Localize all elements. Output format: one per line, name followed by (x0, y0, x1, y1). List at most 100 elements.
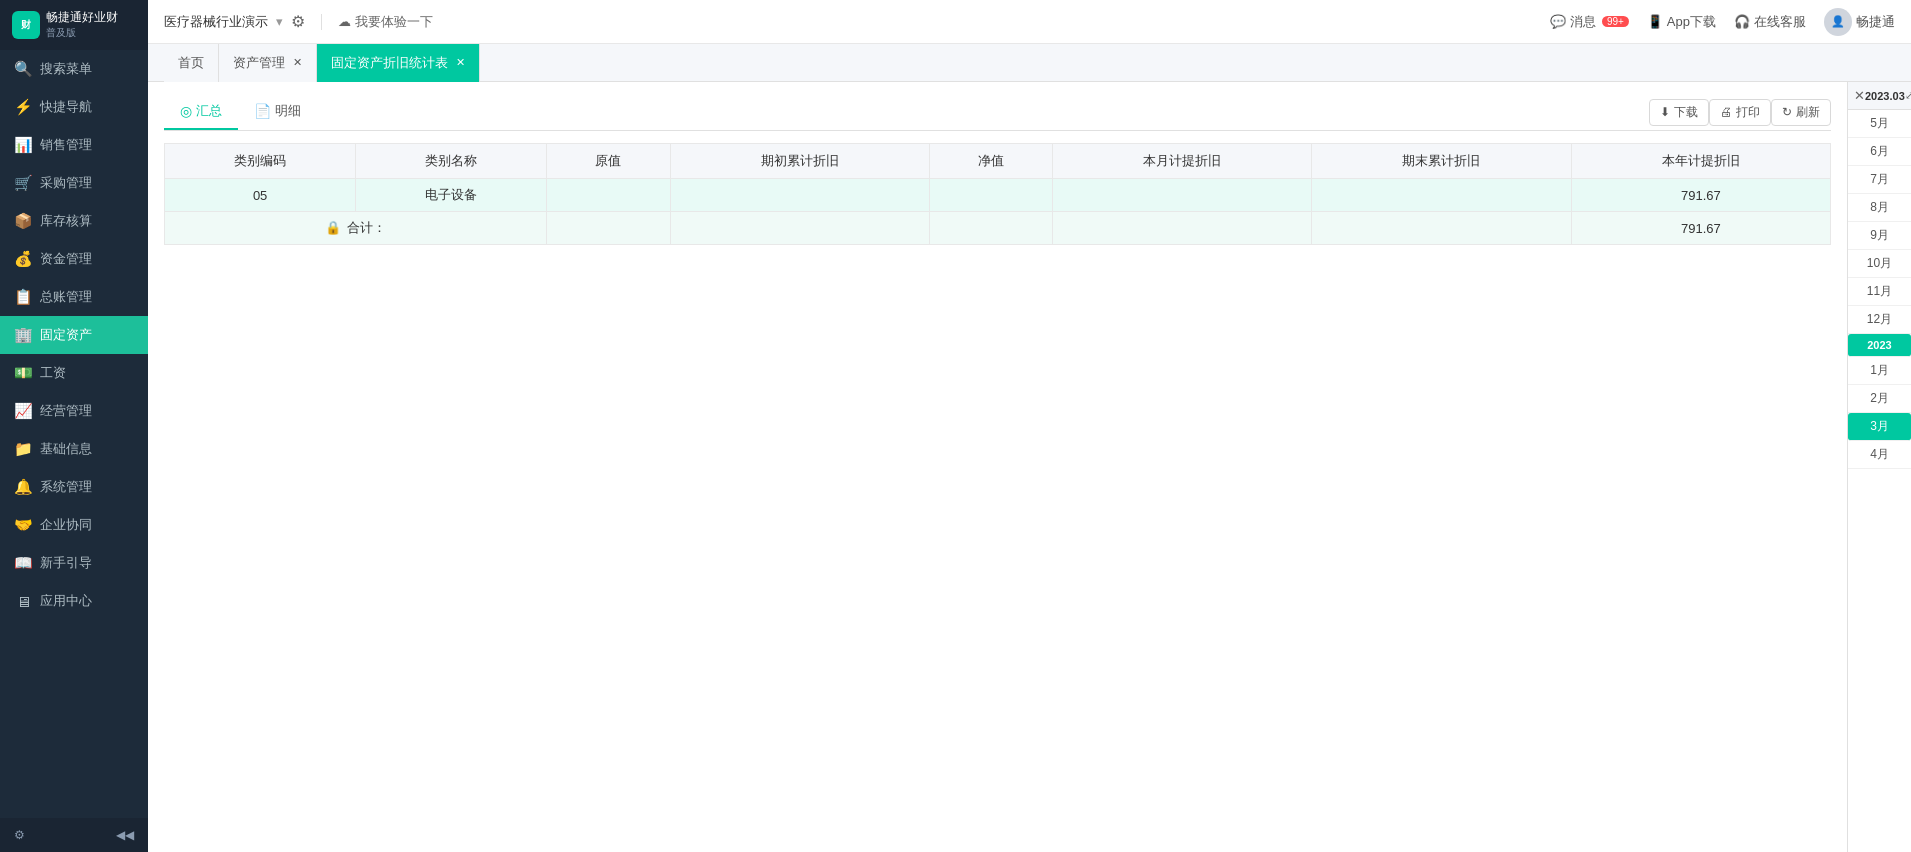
refresh-btn[interactable]: ↻ 刷新 (1771, 99, 1831, 126)
tab-asset-mgmt[interactable]: 资产管理 ✕ (219, 44, 317, 82)
sidebar-item-operations[interactable]: 📈 经营管理 (0, 392, 148, 430)
sidebar-item-funds[interactable]: 💰 资金管理 (0, 240, 148, 278)
tab-depreciation-label: 固定资产折旧统计表 (331, 54, 448, 72)
messages-action[interactable]: 💬 消息 99+ (1550, 13, 1629, 31)
sidebar: 财 畅捷通好业财 普及版 🔍 搜索菜单 ⚡ 快捷导航 📊 销售管理 🛒 采购管理… (0, 0, 148, 852)
sidebar-item-system[interactable]: 🔔 系统管理 (0, 468, 148, 506)
salary-icon: 💵 (14, 364, 32, 382)
subtab-summary[interactable]: ◎ 汇总 (164, 94, 238, 130)
refresh-btn-icon: ↻ (1782, 105, 1792, 119)
total-yearly: 791.67 (1571, 212, 1830, 245)
print-btn-icon: 🖨 (1720, 105, 1732, 119)
col-period-end: 期末累计折旧 (1312, 144, 1571, 179)
date-month-12[interactable]: 12月 (1848, 306, 1911, 334)
sidebar-item-inventory[interactable]: 📦 库存核算 (0, 202, 148, 240)
sidebar-label-appcenter: 应用中心 (40, 592, 92, 610)
sidebar-label-guide: 新手引导 (40, 554, 92, 572)
cell-initial-accum (670, 179, 929, 212)
sidebar-item-appcenter[interactable]: 🖥 应用中心 (0, 582, 148, 620)
sidebar-label-ledger: 总账管理 (40, 288, 92, 306)
sidebar-item-sales[interactable]: 📊 销售管理 (0, 126, 148, 164)
tab-home[interactable]: 首页 (164, 44, 219, 82)
tab-depreciation[interactable]: 固定资产折旧统计表 ✕ (317, 44, 480, 82)
user-action[interactable]: 👤 畅捷通 (1824, 8, 1895, 36)
panel-expand-icon[interactable]: ⤢ (1905, 89, 1911, 102)
right-panel: ✕ 2023.03 ⤢ 5月 6月 7月 8月 9月 10月 11月 12月 2… (1847, 82, 1911, 852)
date-month-11[interactable]: 11月 (1848, 278, 1911, 306)
date-month-9[interactable]: 9月 (1848, 222, 1911, 250)
topbar-settings-icon[interactable]: ⚙ (291, 12, 305, 31)
experience-icon: ☁ (338, 14, 351, 29)
total-label: 🔒 合计： (165, 212, 547, 245)
cell-original (547, 179, 670, 212)
date-month-8[interactable]: 8月 (1848, 194, 1911, 222)
date-month-10[interactable]: 10月 (1848, 250, 1911, 278)
sidebar-collapse-btn[interactable]: ◀◀ (116, 828, 134, 842)
tab-depreciation-close[interactable]: ✕ (456, 56, 465, 69)
divider (321, 14, 322, 30)
cell-name: 电子设备 (356, 179, 547, 212)
cell-yearly: 791.67 (1571, 179, 1830, 212)
sidebar-item-collab[interactable]: 🤝 企业协同 (0, 506, 148, 544)
subtabs: ◎ 汇总 📄 明细 ⬇ 下载 🖨 打印 ↻ (164, 94, 1831, 131)
cell-period-end (1312, 179, 1571, 212)
support-icon: 🎧 (1734, 14, 1750, 29)
appcenter-icon: 🖥 (14, 593, 32, 610)
date-month-5[interactable]: 5月 (1848, 110, 1911, 138)
depreciation-table: 类别编码 类别名称 原值 期初累计折旧 净值 本月计提折旧 期末累计折旧 本年计… (164, 143, 1831, 245)
funds-icon: 💰 (14, 250, 32, 268)
app-name: 畅捷通好业财 (46, 10, 118, 26)
date-year-2023[interactable]: 2023 (1848, 334, 1911, 357)
sidebar-item-salary[interactable]: 💵 工资 (0, 354, 148, 392)
tab-asset-mgmt-close[interactable]: ✕ (293, 56, 302, 69)
logo-text-group: 畅捷通好业财 普及版 (46, 10, 118, 40)
sidebar-label-search: 搜索菜单 (40, 60, 92, 78)
sidebar-label-operations: 经营管理 (40, 402, 92, 420)
system-icon: 🔔 (14, 478, 32, 496)
sidebar-label-salary: 工资 (40, 364, 66, 382)
sidebar-item-basic[interactable]: 📁 基础信息 (0, 430, 148, 468)
date-2023-month-3[interactable]: 3月 (1848, 413, 1911, 441)
download-action[interactable]: 📱 App下载 (1647, 13, 1716, 31)
settings-icon[interactable]: ⚙ (14, 828, 25, 842)
collab-icon: 🤝 (14, 516, 32, 534)
experience-label: 我要体验一下 (355, 13, 433, 31)
print-btn[interactable]: 🖨 打印 (1709, 99, 1771, 126)
date-2023-month-4[interactable]: 4月 (1848, 441, 1911, 469)
app-version: 普及版 (46, 26, 118, 40)
sidebar-item-guide[interactable]: 📖 新手引导 (0, 544, 148, 582)
table-wrapper: 类别编码 类别名称 原值 期初累计折旧 净值 本月计提折旧 期末累计折旧 本年计… (164, 143, 1831, 840)
subtab-detail[interactable]: 📄 明细 (238, 94, 317, 130)
experience-btn[interactable]: ☁ 我要体验一下 (338, 13, 433, 31)
content-area: ◎ 汇总 📄 明细 ⬇ 下载 🖨 打印 ↻ (148, 82, 1911, 852)
sidebar-item-purchase[interactable]: 🛒 采购管理 (0, 164, 148, 202)
sidebar-item-quicknav[interactable]: ⚡ 快捷导航 (0, 88, 148, 126)
col-code: 类别编码 (165, 144, 356, 179)
sidebar-item-search[interactable]: 🔍 搜索菜单 (0, 50, 148, 88)
user-label: 畅捷通 (1856, 13, 1895, 31)
date-month-7[interactable]: 7月 (1848, 166, 1911, 194)
date-2023-month-1[interactable]: 1月 (1848, 357, 1911, 385)
topbar-left: 医疗器械行业演示 ▾ ⚙ ☁ 我要体验一下 (164, 12, 433, 31)
support-action[interactable]: 🎧 在线客服 (1734, 13, 1806, 31)
messages-label: 消息 (1570, 13, 1596, 31)
table-header-row: 类别编码 类别名称 原值 期初累计折旧 净值 本月计提折旧 期末累计折旧 本年计… (165, 144, 1831, 179)
col-original: 原值 (547, 144, 670, 179)
cell-net (929, 179, 1052, 212)
company-dropdown-icon[interactable]: ▾ (276, 14, 283, 29)
avatar: 👤 (1824, 8, 1852, 36)
total-net (929, 212, 1052, 245)
panel-close-icon[interactable]: ✕ (1854, 88, 1865, 103)
cell-monthly (1052, 179, 1311, 212)
total-period-end (1312, 212, 1571, 245)
sidebar-footer: ⚙ ◀◀ (0, 818, 148, 852)
download-label: App下载 (1667, 13, 1716, 31)
sidebar-item-fixedasset[interactable]: 🏢 固定资产 (0, 316, 148, 354)
sidebar-label-purchase: 采购管理 (40, 174, 92, 192)
sidebar-item-ledger[interactable]: 📋 总账管理 (0, 278, 148, 316)
date-2023-month-2[interactable]: 2月 (1848, 385, 1911, 413)
date-month-6[interactable]: 6月 (1848, 138, 1911, 166)
sidebar-scroll: 🔍 搜索菜单 ⚡ 快捷导航 📊 销售管理 🛒 采购管理 📦 库存核算 💰 资金管… (0, 50, 148, 818)
total-text: 合计： (347, 220, 386, 235)
download-btn[interactable]: ⬇ 下载 (1649, 99, 1709, 126)
